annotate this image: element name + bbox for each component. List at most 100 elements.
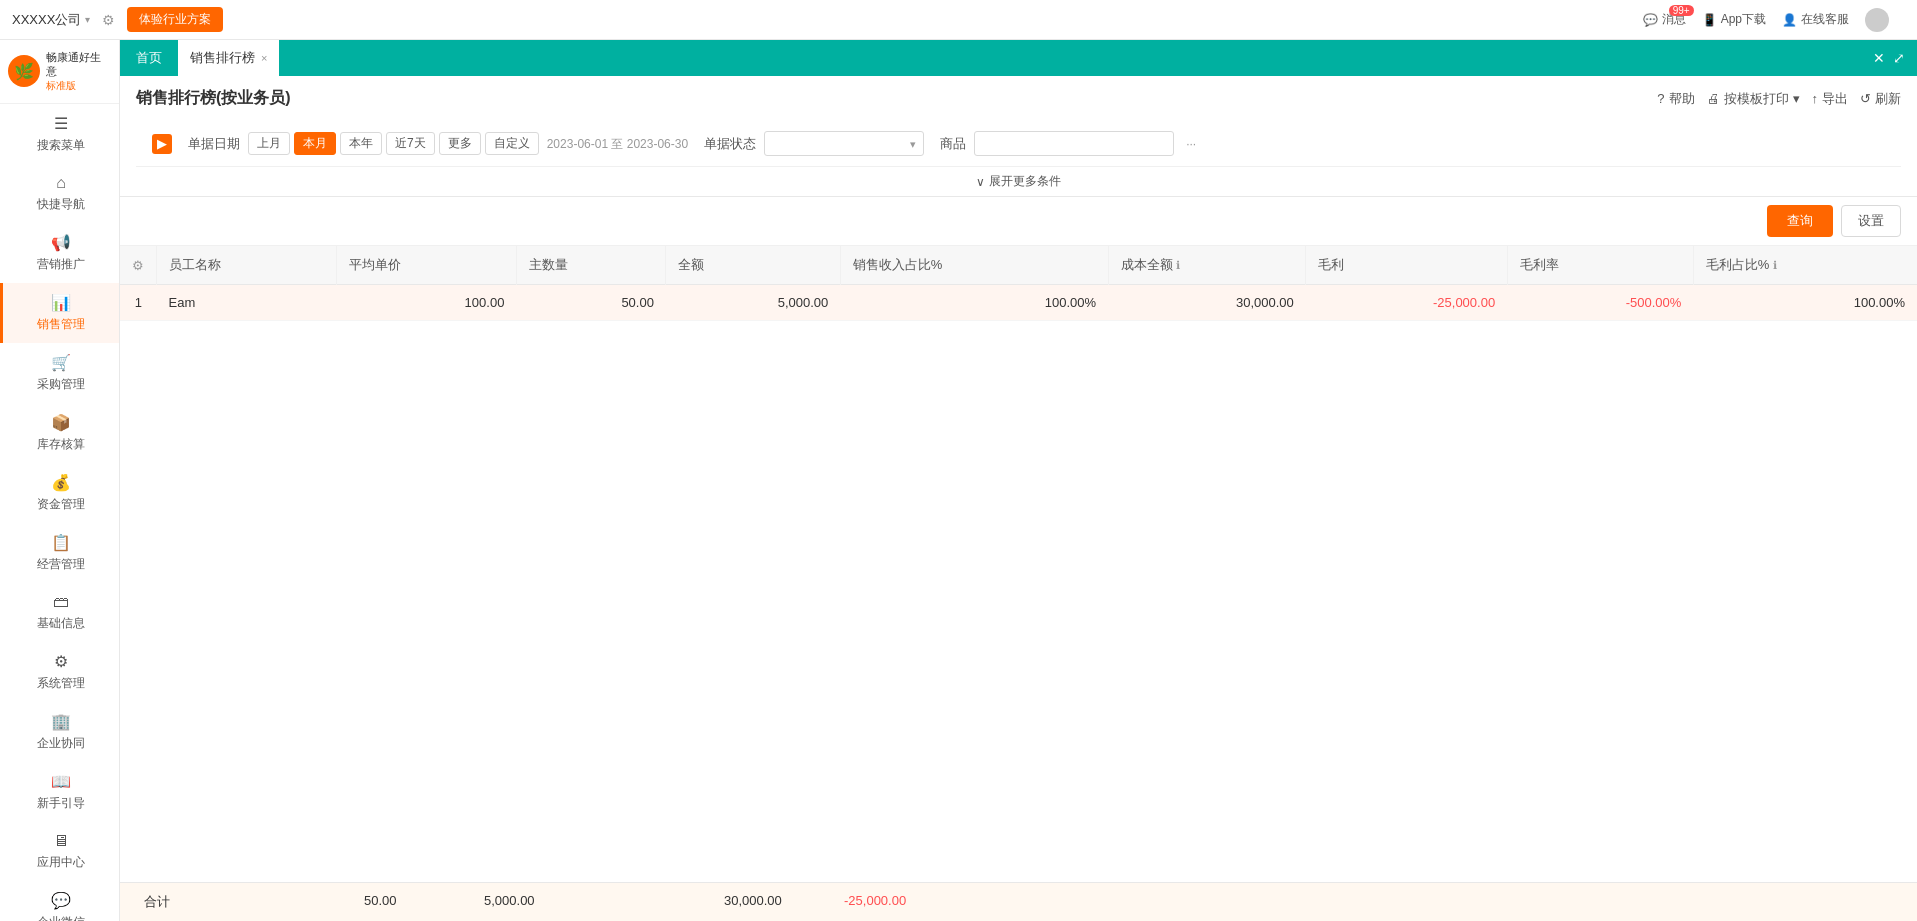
status-filter-group: 单据状态 — [704, 131, 924, 156]
sidebar-item-search-order[interactable]: ☰ 搜索菜单 — [0, 104, 119, 164]
help-icon: ? — [1657, 91, 1664, 106]
export-button[interactable]: ↑ 导出 — [1812, 90, 1849, 108]
this-month-button[interactable]: 本月 — [294, 132, 336, 155]
sidebar-item-wechat[interactable]: 💬 企业微信 — [0, 881, 119, 921]
logo-text: 畅康通好生意 — [46, 50, 111, 79]
sidebar-item-sales[interactable]: 📊 销售管理 — [0, 283, 119, 343]
sidebar-item-enterprise[interactable]: 🏢 企业协同 — [0, 702, 119, 762]
sidebar-item-label: 新手引导 — [37, 795, 85, 812]
print-label: 按模板打印 — [1724, 90, 1789, 108]
status-select[interactable] — [764, 131, 924, 156]
last-month-button[interactable]: 上月 — [248, 132, 290, 155]
date-range: 2023-06-01 至 2023-06-30 — [547, 136, 688, 153]
table-settings-col[interactable]: ⚙ — [120, 246, 157, 285]
operation-icon: 📋 — [51, 533, 71, 552]
content-area: 首页 销售排行榜 × ✕ ⤢ 销售排行榜(按业务员) ? 帮助 — [120, 40, 1917, 921]
help-button[interactable]: ? 帮助 — [1657, 90, 1694, 108]
custom-date-button[interactable]: 自定义 — [485, 132, 539, 155]
last7-days-button[interactable]: 近7天 — [386, 132, 435, 155]
tab-label: 销售排行榜 — [190, 49, 255, 67]
footer-amount: 5,000.00 — [472, 893, 592, 911]
cell-gross-profit: -25,000.00 — [1306, 285, 1507, 321]
service-icon: 👤 — [1782, 13, 1797, 27]
cell-avg-price: 100.00 — [336, 285, 516, 321]
sidebar-item-label: 基础信息 — [37, 615, 85, 632]
goods-input[interactable] — [974, 131, 1174, 156]
goods-more-icon[interactable]: ··· — [1186, 137, 1196, 151]
sidebar-item-basic-info[interactable]: 🗃 基础信息 — [0, 583, 119, 642]
cell-name: Eam — [157, 285, 337, 321]
query-button[interactable]: 查询 — [1767, 205, 1833, 237]
cell-cost-amount: 30,000.00 — [1108, 285, 1306, 321]
expand-bar: ∨ 展开更多条件 — [136, 166, 1901, 196]
page-header: 销售排行榜(按业务员) ? 帮助 🖨 按模板打印 ▾ ↑ — [120, 76, 1917, 197]
tab-home[interactable]: 首页 — [120, 40, 178, 76]
refresh-button[interactable]: ↺ 刷新 — [1860, 90, 1901, 108]
wechat-icon: 💬 — [51, 891, 71, 910]
sidebar-item-operation[interactable]: 📋 经营管理 — [0, 523, 119, 583]
app-icon: 📱 — [1702, 13, 1717, 27]
filter-expand-arrow[interactable]: ▶ — [152, 134, 172, 154]
chevron-down-icon: ▾ — [85, 14, 90, 25]
sidebar-item-label: 企业协同 — [37, 735, 85, 752]
app-label: App下载 — [1721, 11, 1766, 28]
basic-info-icon: 🗃 — [53, 593, 69, 611]
date-filter-group: 单据日期 上月 本月 本年 近7天 更多 自定义 2023-06-01 至 20… — [188, 132, 688, 155]
sales-icon: 📊 — [51, 293, 71, 312]
tab-close-icon[interactable]: × — [261, 52, 267, 64]
sidebar-item-label: 搜索菜单 — [37, 137, 85, 154]
cell-gross-margin: -500.00% — [1507, 285, 1693, 321]
tab-sales-ranking[interactable]: 销售排行榜 × — [178, 40, 279, 76]
filter-area: ▶ 单据日期 上月 本月 本年 近7天 更多 自定义 2023-06-01 至 … — [136, 121, 1901, 166]
company-selector[interactable]: XXXXX公司 ▾ — [12, 11, 90, 29]
print-button[interactable]: 🖨 按模板打印 ▾ — [1707, 90, 1800, 108]
help-label: 帮助 — [1669, 90, 1695, 108]
sidebar-item-marketing[interactable]: 📢 营销推广 — [0, 223, 119, 283]
col-amount: 全额 — [666, 246, 840, 285]
sidebar-item-inventory[interactable]: 📦 库存核算 — [0, 403, 119, 463]
sidebar-item-system[interactable]: ⚙ 系统管理 — [0, 642, 119, 702]
logo-icon: 🌿 — [8, 55, 40, 87]
marketing-icon: 📢 — [51, 233, 71, 252]
col-name: 员工名称 — [157, 246, 337, 285]
sidebar-item-label: 系统管理 — [37, 675, 85, 692]
col-gross-profit: 毛利 — [1306, 246, 1507, 285]
col-cost-amount: 成本全额 ℹ — [1108, 246, 1306, 285]
search-order-icon: ☰ — [54, 114, 68, 133]
service-label: 在线客服 — [1801, 11, 1849, 28]
company-name: XXXXX公司 — [12, 11, 81, 29]
trial-button[interactable]: 体验行业方案 — [127, 7, 223, 32]
message-button[interactable]: 💬 消息 99+ — [1643, 11, 1686, 28]
message-icon: 💬 — [1643, 13, 1658, 27]
more-date-button[interactable]: 更多 — [439, 132, 481, 155]
expand-icon: ∨ — [976, 175, 985, 189]
footer-cost-amount: 30,000.00 — [712, 893, 832, 911]
sidebar-item-appstore[interactable]: 🖥 应用中心 — [0, 822, 119, 881]
expand-button[interactable]: ∨ 展开更多条件 — [976, 173, 1061, 190]
date-buttons: 上月 本月 本年 近7天 更多 自定义 — [248, 132, 539, 155]
window-close-icon[interactable]: ✕ — [1873, 50, 1885, 66]
footer-qty: 50.00 — [352, 893, 472, 911]
settings-button[interactable]: 设置 — [1841, 205, 1901, 237]
cost-amount-info-icon[interactable]: ℹ — [1176, 259, 1180, 271]
guide-icon: 📖 — [51, 772, 71, 791]
page-title-row: 销售排行榜(按业务员) ? 帮助 🖨 按模板打印 ▾ ↑ — [136, 88, 1901, 109]
avatar[interactable] — [1865, 8, 1889, 32]
sidebar-item-finance[interactable]: 💰 资金管理 — [0, 463, 119, 523]
sidebar-item-guide[interactable]: 📖 新手引导 — [0, 762, 119, 822]
col-gross-margin: 毛利率 — [1507, 246, 1693, 285]
sidebar-item-quick-nav[interactable]: ⌂ 快捷导航 — [0, 164, 119, 223]
sales-table: ⚙ 员工名称 平均单价 主数量 全额 销售收入占比% 成本全额 ℹ 毛利 毛利率 — [120, 246, 1917, 321]
app-download-button[interactable]: 📱 App下载 — [1702, 11, 1766, 28]
settings-icon[interactable]: ⚙ — [102, 12, 115, 28]
gross-pct-info-icon[interactable]: ℹ — [1773, 259, 1777, 271]
sidebar: 🌿 畅康通好生意 标准版 ☰ 搜索菜单 ⌂ 快捷导航 📢 营销推广 📊 销售管理… — [0, 40, 120, 921]
cell-amount: 5,000.00 — [666, 285, 840, 321]
sidebar-item-purchase[interactable]: 🛒 采购管理 — [0, 343, 119, 403]
sidebar-item-label: 经营管理 — [37, 556, 85, 573]
this-year-button[interactable]: 本年 — [340, 132, 382, 155]
finance-icon: 💰 — [51, 473, 71, 492]
online-service-button[interactable]: 👤 在线客服 — [1782, 11, 1849, 28]
footer-sales-pct — [592, 893, 712, 911]
window-maximize-icon[interactable]: ⤢ — [1893, 50, 1905, 66]
